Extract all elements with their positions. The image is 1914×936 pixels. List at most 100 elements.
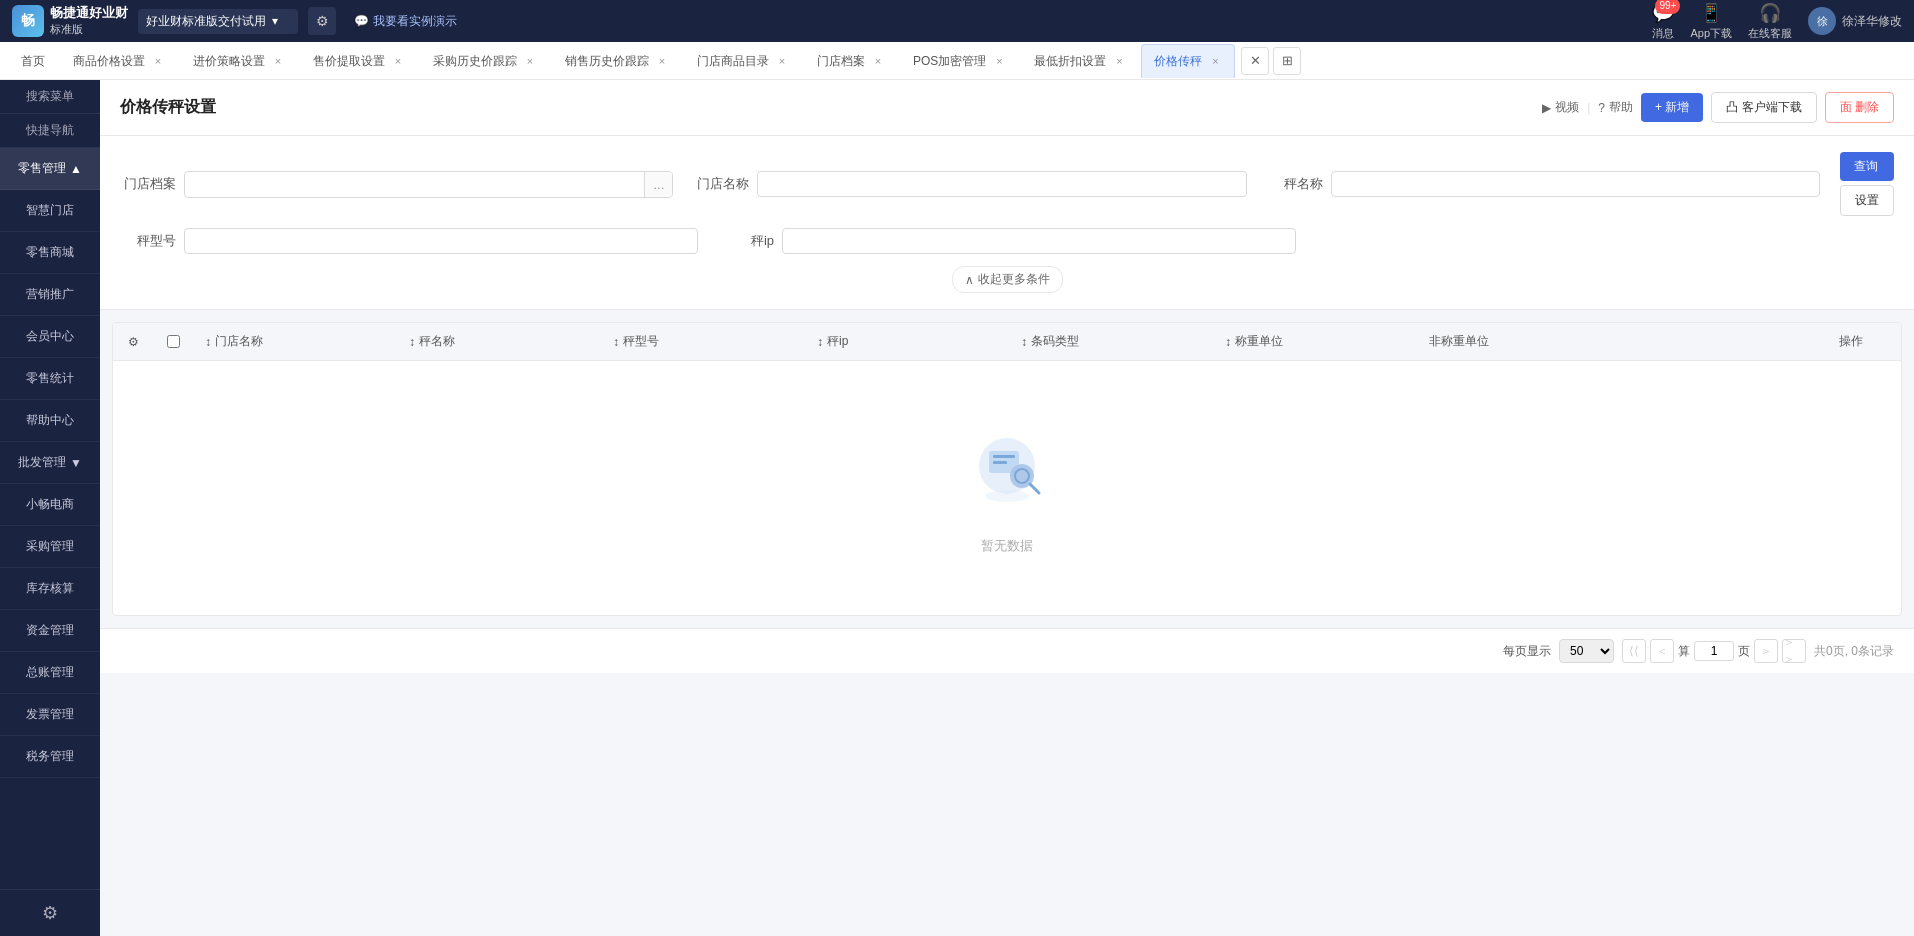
tab-close-sales-history[interactable]: × [655,54,669,68]
tab-bar-controls: ✕ ⊞ [1241,47,1301,75]
tab-sales-history[interactable]: 销售历史价跟踪 × [552,44,682,78]
sidebar-item-retail-stats[interactable]: 零售统计 [0,358,100,400]
video-help-link[interactable]: ▶ 视频 | ? 帮助 [1542,99,1633,116]
tab-close-purchase-strategy[interactable]: × [271,54,285,68]
tab-close-store-catalog[interactable]: × [775,54,789,68]
download-client-button[interactable]: 凸 客户端下载 [1711,92,1816,123]
last-page-button[interactable]: ＞＞ [1782,639,1806,663]
th-weight-unit[interactable]: ↕ 称重单位 [1213,323,1417,360]
tab-close-price-setting[interactable]: × [151,54,165,68]
next-page-button[interactable]: ＞ [1754,639,1778,663]
tab-close-purchase-history[interactable]: × [523,54,537,68]
store-name-field: 门店名称 [693,171,1246,197]
tab-purchase-history[interactable]: 采购历史价跟踪 × [420,44,550,78]
sidebar-item-finance[interactable]: 资金管理 [0,610,100,652]
per-page-select[interactable]: 50 10 20 100 [1559,639,1614,663]
app-download-button[interactable]: 📱 App下载 [1690,2,1732,41]
sidebar: 搜索菜单 快捷导航 零售管理 ▲ 智慧门店 零售商城 营销推广 会员中心 零售统… [0,80,100,936]
prev-page-button[interactable]: ＜ [1650,639,1674,663]
tab-close-all-button[interactable]: ✕ [1241,47,1269,75]
store-archive-field: 门店档案 ... [120,171,673,198]
collapse-button[interactable]: ∧ 收起更多条件 [952,266,1063,293]
message-button[interactable]: 💬 99+ 消息 [1652,2,1674,41]
sidebar-item-general-ledger[interactable]: 总账管理 [0,652,100,694]
page-suffix: 页 [1738,643,1750,660]
user-info[interactable]: 徐 徐泽华修改 [1808,7,1902,35]
store-archive-label: 门店档案 [120,175,176,193]
tab-min-discount[interactable]: 最低折扣设置 × [1021,44,1139,78]
tab-close-pos-management[interactable]: × [992,54,1006,68]
demo-button[interactable]: 💬 我要看实例演示 [354,13,457,30]
sidebar-item-retail[interactable]: 零售管理 ▲ [0,148,100,190]
sidebar-item-retail-mall[interactable]: 零售商城 [0,232,100,274]
sidebar-item-invoice[interactable]: 发票管理 [0,694,100,736]
th-barcode-type[interactable]: ↕ 条码类型 [1009,323,1213,360]
sidebar-item-smart-store[interactable]: 智慧门店 [0,190,100,232]
sidebar-item-ecommerce[interactable]: 小畅电商 [0,484,100,526]
scale-ip-label: 秤ip [718,232,774,250]
sidebar-item-marketing[interactable]: 营销推广 [0,274,100,316]
tab-purchase-strategy[interactable]: 进价策略设置 × [180,44,298,78]
sidebar-item-wholesale[interactable]: 批发管理 ▼ [0,442,100,484]
tab-store-archive[interactable]: 门店档案 × [804,44,898,78]
tab-home[interactable]: 首页 [8,44,58,78]
sidebar-search[interactable]: 搜索菜单 [0,80,100,114]
avatar: 徐 [1808,7,1836,35]
scale-name-input[interactable] [1331,171,1820,197]
tab-sale-extract[interactable]: 售价提取设置 × [300,44,418,78]
tab-bar: 首页 商品价格设置 × 进价策略设置 × 售价提取设置 × 采购历史价跟踪 × … [0,42,1914,80]
main-layout: 搜索菜单 快捷导航 零售管理 ▲ 智慧门店 零售商城 营销推广 会员中心 零售统… [0,80,1914,936]
sidebar-item-help[interactable]: 帮助中心 [0,400,100,442]
tab-store-catalog[interactable]: 门店商品目录 × [684,44,802,78]
page-label: 算 [1678,643,1690,660]
scale-name-field: 秤名称 [1267,171,1820,197]
tab-close-price-scale[interactable]: × [1208,54,1222,68]
pagination: 每页显示 50 10 20 100 ⟨⟨ ＜ 算 页 ＞ ＞＞ 共0页, 0条记… [100,628,1914,673]
store-archive-input[interactable] [185,172,644,196]
sidebar-item-tax[interactable]: 税务管理 [0,736,100,778]
scale-ip-field: 秤ip [718,228,1296,254]
sidebar-quicknav[interactable]: 快捷导航 [0,114,100,148]
add-button[interactable]: + 新增 [1641,93,1703,122]
th-non-weight-unit[interactable]: 非称重单位 [1417,323,1801,360]
tab-close-store-archive[interactable]: × [871,54,885,68]
tab-close-sale-extract[interactable]: × [391,54,405,68]
empty-state: 暂无数据 [113,361,1901,615]
th-settings[interactable]: ⚙ [113,325,153,359]
sidebar-settings-button[interactable]: ⚙ [0,889,100,936]
select-all-checkbox[interactable] [167,335,180,348]
sidebar-item-member[interactable]: 会员中心 [0,316,100,358]
tab-close-min-discount[interactable]: × [1112,54,1126,68]
user-name: 徐泽华修改 [1842,13,1902,30]
online-service-button[interactable]: 🎧 在线客服 [1748,2,1792,41]
th-store-name[interactable]: ↕ 门店名称 [193,323,397,360]
scale-model-input[interactable] [184,228,698,254]
svg-line-6 [1030,484,1039,493]
page-input[interactable] [1694,641,1734,661]
version-selector[interactable]: 好业财标准版交付试用 ▾ [138,9,298,34]
th-scale-name[interactable]: ↕ 秤名称 [397,323,601,360]
tab-pos-management[interactable]: POS加密管理 × [900,44,1019,78]
content-area: 价格传秤设置 ▶ 视频 | ? 帮助 + 新增 凸 客户端下载 面 删除 [100,80,1914,936]
empty-icon [957,421,1057,521]
page-title: 价格传秤设置 [120,97,216,118]
store-name-input[interactable] [757,171,1246,197]
sidebar-item-inventory[interactable]: 库存核算 [0,568,100,610]
query-button[interactable]: 查询 [1840,152,1894,181]
settings-query-button[interactable]: 设置 [1840,185,1894,216]
store-archive-dots-button[interactable]: ... [644,172,672,197]
app-logo: 畅 畅捷通好业财 标准版 [12,5,128,37]
first-page-button[interactable]: ⟨⟨ [1622,639,1646,663]
delete-button[interactable]: 面 删除 [1825,92,1894,123]
store-archive-input-wrapper[interactable]: ... [184,171,673,198]
tab-price-setting[interactable]: 商品价格设置 × [60,44,178,78]
scale-ip-input[interactable] [782,228,1296,254]
th-scale-model[interactable]: ↕ 秤型号 [601,323,805,360]
th-scale-ip[interactable]: ↕ 秤ip [805,323,1009,360]
selector-settings-button[interactable]: ⚙ [308,7,336,35]
tab-price-scale[interactable]: 价格传秤 × [1141,44,1235,78]
search-panel: 门店档案 ... 门店名称 秤名称 查询 [100,136,1914,310]
sidebar-item-purchase[interactable]: 采购管理 [0,526,100,568]
tab-menu-button[interactable]: ⊞ [1273,47,1301,75]
page-total: 共0页, 0条记录 [1814,643,1894,660]
